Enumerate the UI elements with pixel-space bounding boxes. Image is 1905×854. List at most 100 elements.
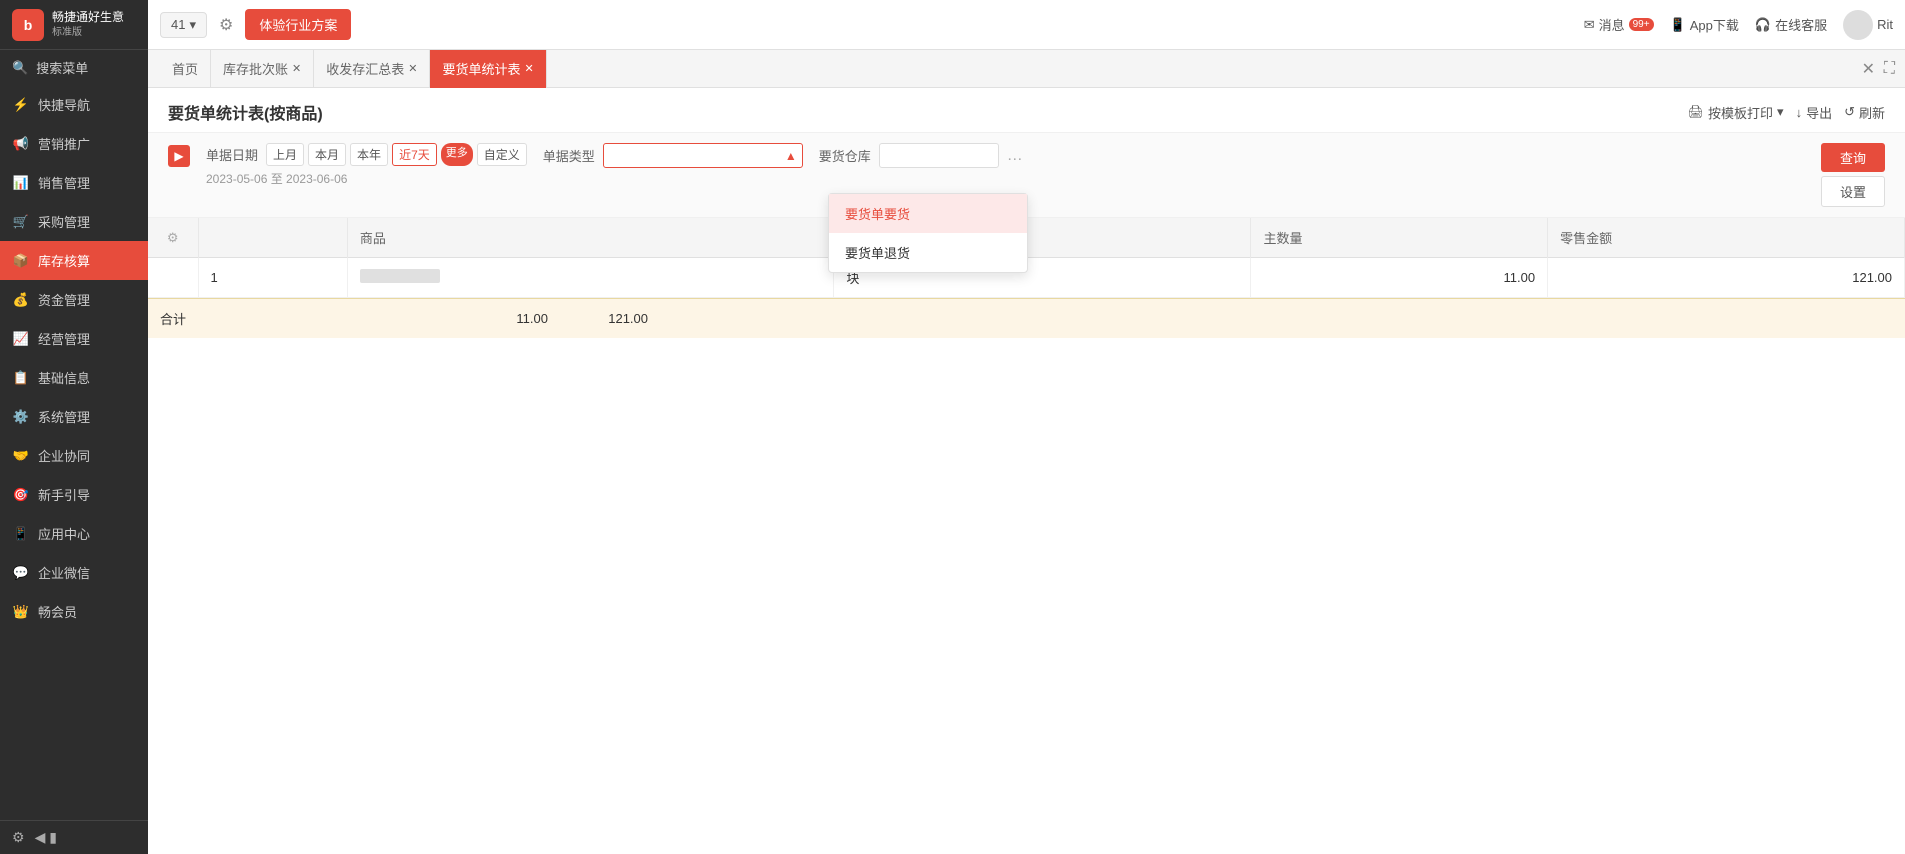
sidebar-item-system[interactable]: ⚙️ 系统管理 xyxy=(0,397,148,436)
cell-product xyxy=(347,258,834,298)
sidebar-item-wechat[interactable]: 💬 企业微信 xyxy=(0,553,148,592)
cell-seq: 1 xyxy=(198,258,347,298)
sidebar-item-guide[interactable]: 🎯 新手引导 xyxy=(0,475,148,514)
sidebar-item-basic-info[interactable]: 📋 基础信息 xyxy=(0,358,148,397)
date-more-badge[interactable]: 更多 xyxy=(441,143,473,166)
export-icon: ↓ xyxy=(1796,105,1803,120)
export-btn[interactable]: ↓ 导出 xyxy=(1796,103,1833,122)
collapse-icon[interactable]: ◀ ▮ xyxy=(35,829,57,846)
this-year-btn[interactable]: 本年 xyxy=(350,143,388,166)
warehouse-select-wrapper xyxy=(879,143,999,168)
sidebar-item-operations[interactable]: 📈 经营管理 xyxy=(0,319,148,358)
app-logo: b 畅捷通好生意 标准版 xyxy=(0,0,148,50)
cell-amount: 121.00 xyxy=(1548,258,1905,298)
cell-qty: 11.00 xyxy=(1251,258,1548,298)
member-icon: 👑 xyxy=(12,604,30,620)
table-footer: 合计 11.00 121.00 xyxy=(148,298,1905,338)
refresh-icon: ↺ xyxy=(1844,104,1855,120)
sidebar-item-sales[interactable]: 📊 销售管理 xyxy=(0,163,148,202)
print-dropdown-icon: ▾ xyxy=(1777,104,1784,120)
this-month-btn[interactable]: 本月 xyxy=(308,143,346,166)
filter-toggle-btn[interactable]: ▶ xyxy=(168,145,190,167)
dropdown-item-request-return[interactable]: 要货单退货 xyxy=(829,233,1027,272)
date-filter-group: 单据日期 上月 本月 本年 近7天 更多 自定义 2023-05-06 至 20… xyxy=(206,143,527,187)
online-service-btn[interactable]: 🎧 在线客服 xyxy=(1755,15,1827,34)
custom-date-btn[interactable]: 自定义 xyxy=(477,143,527,166)
logo-text: 畅捷通好生意 标准版 xyxy=(52,10,124,39)
enterprise-icon: 🤝 xyxy=(12,448,30,464)
print-btn[interactable]: 🖨 按模板打印 ▾ xyxy=(1688,103,1784,122)
sidebar-nav: ⚡ 快捷导航 📢 营销推广 📊 销售管理 🛒 采购管理 📦 库存核算 💰 资金管… xyxy=(0,85,148,820)
sidebar-item-enterprise[interactable]: 🤝 企业协同 xyxy=(0,436,148,475)
expand-tabs-icon[interactable]: ⛶ xyxy=(1884,60,1895,78)
table-settings-icon[interactable]: ⚙ xyxy=(167,230,179,245)
settings-icon[interactable]: ⚙ xyxy=(12,829,25,846)
dropdown-item-request-delivery[interactable]: 要货单要货 xyxy=(829,194,1027,233)
total-amount: 121.00 xyxy=(560,311,660,326)
sidebar-item-finance[interactable]: 💰 资金管理 xyxy=(0,280,148,319)
close-all-tabs-icon[interactable]: ✕ xyxy=(1862,59,1875,79)
headset-icon: 🎧 xyxy=(1755,17,1771,33)
finance-icon: 💰 xyxy=(12,292,30,308)
system-icon: ⚙️ xyxy=(12,409,30,425)
page-title: 要货单统计表(按商品) xyxy=(168,100,323,124)
phone-icon: 📱 xyxy=(1670,17,1686,33)
page-actions: 🖨 按模板打印 ▾ ↓ 导出 ↺ 刷新 xyxy=(1688,103,1886,122)
logo-icon: b xyxy=(12,9,44,41)
app-download-btn[interactable]: 📱 App下载 xyxy=(1670,15,1739,34)
message-badge: 99+ xyxy=(1629,18,1654,31)
store-selector[interactable]: 41 ▾ xyxy=(160,12,207,38)
date-buttons: 上月 本月 本年 近7天 更多 自定义 xyxy=(266,143,527,166)
date-filter-row: 单据日期 上月 本月 本年 近7天 更多 自定义 xyxy=(206,143,527,166)
date-filter-label: 单据日期 xyxy=(206,145,258,164)
tab-inventory-batch[interactable]: 库存批次账 ✕ xyxy=(211,50,314,88)
sales-icon: 📊 xyxy=(12,175,30,191)
tab-request-stat[interactable]: 要货单统计表 ✕ xyxy=(430,50,546,88)
total-label: 合计 xyxy=(160,309,380,328)
warehouse-select[interactable] xyxy=(879,143,999,168)
trial-button[interactable]: 体验行业方案 xyxy=(245,9,351,40)
sidebar-footer: ⚙ ◀ ▮ xyxy=(0,820,148,854)
refresh-btn[interactable]: ↺ 刷新 xyxy=(1844,103,1885,122)
th-settings[interactable]: ⚙ xyxy=(148,218,198,258)
last-7-days-btn[interactable]: 近7天 xyxy=(392,143,437,166)
purchase-icon: 🛒 xyxy=(12,214,30,230)
topbar-right: ✉ 消息 99+ 📱 App下载 🎧 在线客服 Rit xyxy=(1584,10,1893,40)
message-btn[interactable]: ✉ 消息 99+ xyxy=(1584,15,1654,34)
tab-home[interactable]: 首页 xyxy=(160,50,211,88)
sidebar-item-marketing[interactable]: 📢 营销推广 xyxy=(0,124,148,163)
operations-icon: 📈 xyxy=(12,331,30,347)
user-avatar[interactable]: Rit xyxy=(1843,10,1893,40)
last-month-btn[interactable]: 上月 xyxy=(266,143,304,166)
page-header: 要货单统计表(按商品) 🖨 按模板打印 ▾ ↓ 导出 ↺ 刷新 xyxy=(148,88,1905,133)
warehouse-filter-label: 要货仓库 xyxy=(819,146,871,165)
filter-settings-button[interactable]: 设置 xyxy=(1821,176,1885,207)
guide-icon: 🎯 xyxy=(12,487,30,503)
th-amount: 零售金额 xyxy=(1548,218,1905,258)
type-select[interactable]: 要货单要货 要货单退货 xyxy=(603,143,803,168)
sidebar-item-purchase[interactable]: 🛒 采购管理 xyxy=(0,202,148,241)
tab-receive-summary[interactable]: 收发存汇总表 ✕ xyxy=(314,50,430,88)
sidebar-item-inventory[interactable]: 📦 库存核算 xyxy=(0,241,148,280)
inventory-icon: 📦 xyxy=(12,253,30,269)
cell-settings xyxy=(148,258,198,298)
th-qty: 主数量 xyxy=(1251,218,1548,258)
print-icon: 🖨 xyxy=(1688,104,1705,120)
close-receive-summary-icon[interactable]: ✕ xyxy=(408,62,417,75)
tab-bar: 首页 库存批次账 ✕ 收发存汇总表 ✕ 要货单统计表 ✕ ✕ ⛶ xyxy=(148,50,1905,88)
close-request-stat-icon[interactable]: ✕ xyxy=(525,62,534,75)
wechat-icon: 💬 xyxy=(12,565,30,581)
page-body: 要货单统计表(按商品) 🖨 按模板打印 ▾ ↓ 导出 ↺ 刷新 ▶ xyxy=(148,88,1905,854)
sidebar-item-app-center[interactable]: 📱 应用中心 xyxy=(0,514,148,553)
marketing-icon: 📢 xyxy=(12,136,30,152)
avatar-image xyxy=(1843,10,1873,40)
sidebar-item-quick-nav[interactable]: ⚡ 快捷导航 xyxy=(0,85,148,124)
query-button[interactable]: 查询 xyxy=(1821,143,1885,172)
filter-action-buttons: 查询 设置 xyxy=(1821,143,1885,207)
sidebar-search[interactable]: 🔍 搜索菜单 xyxy=(0,50,148,85)
total-qty: 11.00 xyxy=(460,311,560,326)
warehouse-more-icon[interactable]: … xyxy=(1007,147,1023,165)
close-inventory-batch-icon[interactable]: ✕ xyxy=(292,62,301,75)
topbar-settings-icon[interactable]: ⚙ xyxy=(215,11,237,39)
sidebar-item-member[interactable]: 👑 畅会员 xyxy=(0,592,148,631)
